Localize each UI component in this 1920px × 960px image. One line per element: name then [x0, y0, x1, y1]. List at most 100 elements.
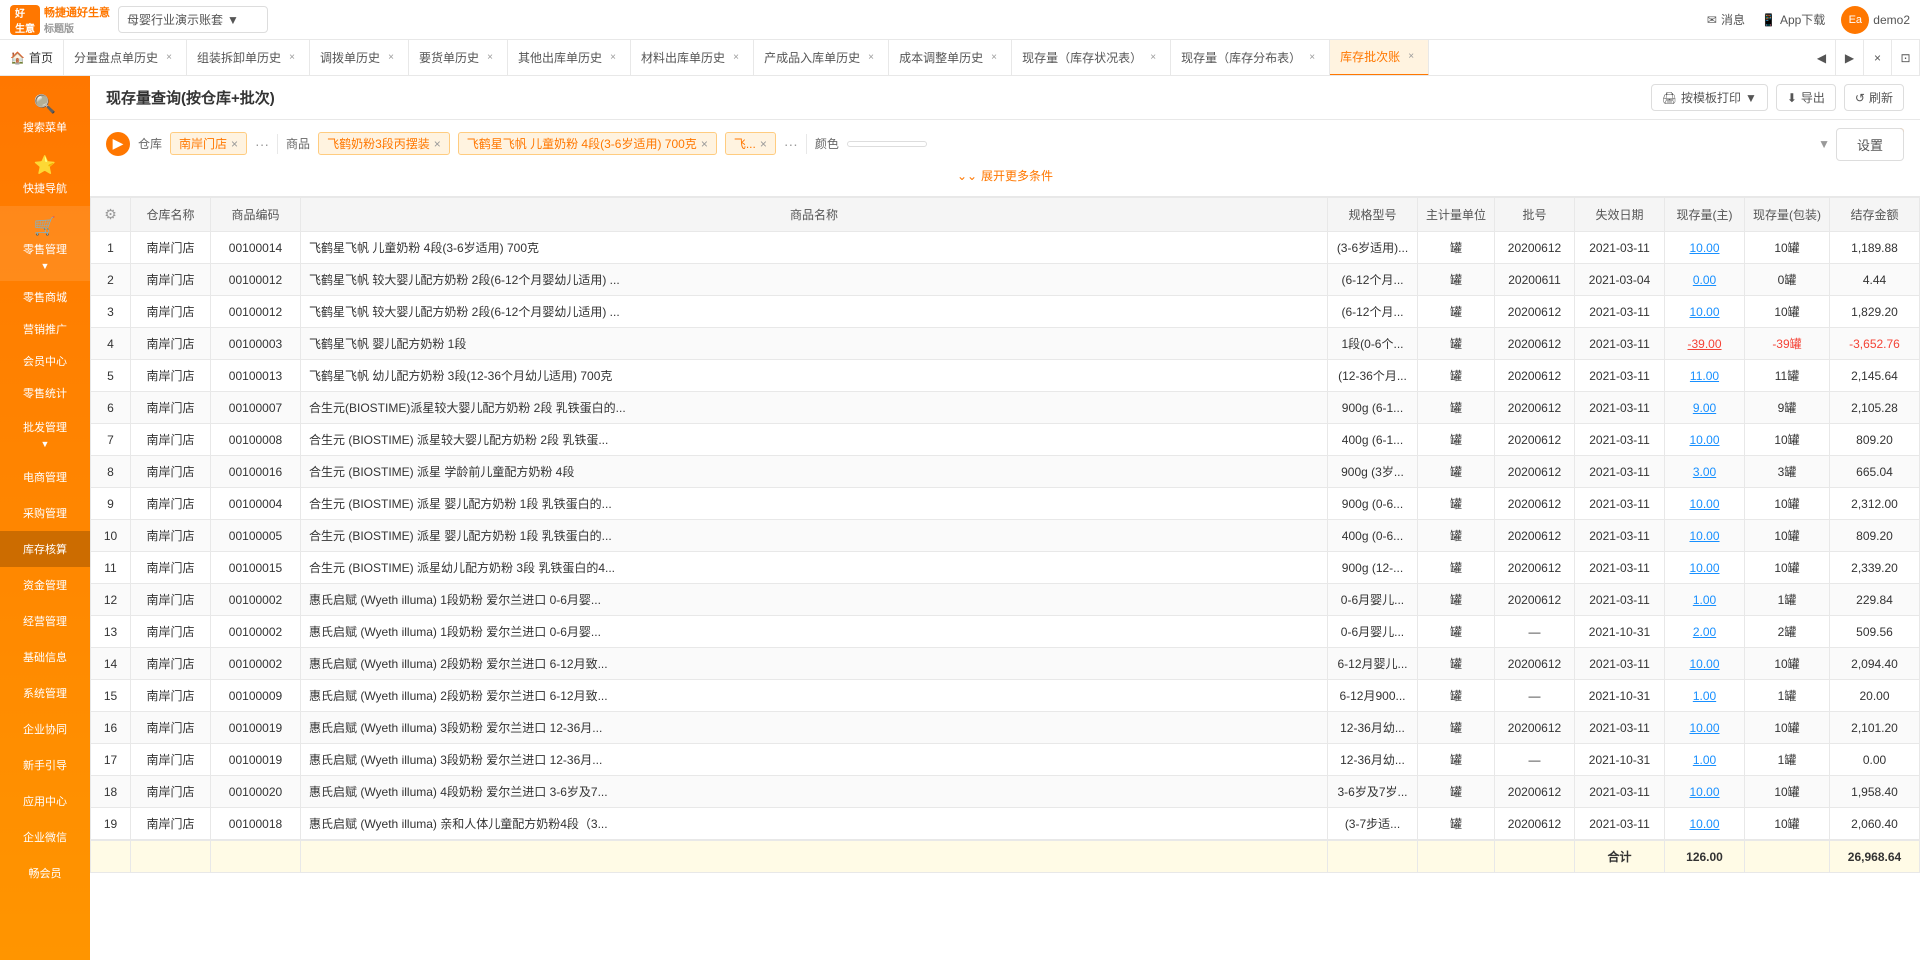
refresh-btn[interactable]: ↺ 刷新: [1844, 84, 1904, 111]
cell-stock-main[interactable]: 1.00: [1665, 680, 1745, 712]
tab-fen-pan[interactable]: 分量盘点单历史 ×: [64, 40, 187, 76]
cell-num: 5: [91, 360, 131, 392]
cell-stock-main[interactable]: -39.00: [1665, 328, 1745, 360]
tab-chan-pin-close[interactable]: ×: [864, 51, 878, 65]
cell-stock-main[interactable]: 1.00: [1665, 744, 1745, 776]
sidebar-item-basic[interactable]: 基础信息: [0, 639, 90, 675]
tab-home[interactable]: 🏠 首页: [0, 40, 64, 76]
tab-diao-bo[interactable]: 调拨单历史 ×: [310, 40, 409, 76]
tab-next-btn[interactable]: ▶: [1836, 40, 1864, 76]
cell-stock-main[interactable]: 10.00: [1665, 712, 1745, 744]
warehouse-more-btn[interactable]: ···: [255, 136, 269, 152]
cell-stock-main[interactable]: 1.00: [1665, 584, 1745, 616]
cell-stock-main[interactable]: 10.00: [1665, 520, 1745, 552]
cell-batch: 20200612: [1495, 584, 1575, 616]
cell-stock-main[interactable]: 10.00: [1665, 648, 1745, 680]
sidebar-item-member[interactable]: 会员中心: [0, 345, 90, 377]
sidebar-item-ecommerce[interactable]: 电商管理: [0, 459, 90, 495]
message-btn[interactable]: ✉ 消息: [1707, 11, 1745, 28]
sidebar-item-search[interactable]: 🔍 搜索菜单: [0, 84, 90, 145]
cell-stock-main[interactable]: 10.00: [1665, 808, 1745, 841]
tab-chan-pin[interactable]: 产成品入库单历史 ×: [754, 40, 889, 76]
cell-num: 9: [91, 488, 131, 520]
tab-cheng-ben[interactable]: 成本调整单历史 ×: [889, 40, 1012, 76]
settings-btn[interactable]: 设置: [1836, 128, 1904, 161]
sidebar-item-quick[interactable]: ⭐ 快捷导航: [0, 145, 90, 206]
cell-stock-main[interactable]: 0.00: [1665, 264, 1745, 296]
tab-ku-cun-pi-close[interactable]: ×: [1404, 50, 1418, 64]
product-more-close[interactable]: ×: [760, 137, 767, 151]
product-tag-2-close[interactable]: ×: [701, 137, 708, 151]
sidebar-item-system[interactable]: 系统管理: [0, 675, 90, 711]
warehouse-tag-close[interactable]: ×: [231, 137, 238, 151]
cell-stock-main[interactable]: 10.00: [1665, 424, 1745, 456]
cell-stock-main[interactable]: 2.00: [1665, 616, 1745, 648]
tab-more-btn[interactable]: ⊡: [1892, 40, 1920, 76]
sidebar-item-operation[interactable]: 经营管理: [0, 603, 90, 639]
sidebar-item-finance[interactable]: 资金管理: [0, 567, 90, 603]
tab-xian-cun2-close[interactable]: ×: [1305, 51, 1319, 65]
user-area[interactable]: Ea demo2: [1841, 6, 1910, 34]
sidebar-item-marketing[interactable]: 营销推广: [0, 313, 90, 345]
cell-stock-main[interactable]: 10.00: [1665, 552, 1745, 584]
tab-qi-ta-close[interactable]: ×: [606, 51, 620, 65]
tab-cheng-ben-close[interactable]: ×: [987, 51, 1001, 65]
tab-xian-cun2[interactable]: 现存量（库存分布表） ×: [1171, 40, 1330, 76]
tab-yao-huo-close[interactable]: ×: [483, 51, 497, 65]
account-dropdown[interactable]: 母婴行业演示账套 ▼: [118, 6, 268, 33]
export-btn[interactable]: ⬇ 导出: [1776, 84, 1836, 111]
tab-close-all-btn[interactable]: ×: [1864, 40, 1892, 76]
tab-prev-btn[interactable]: ◀: [1808, 40, 1836, 76]
cell-stock-main[interactable]: 10.00: [1665, 776, 1745, 808]
tab-diao-bo-close[interactable]: ×: [384, 51, 398, 65]
tab-fen-pan-close[interactable]: ×: [162, 51, 176, 65]
tab-zu-chai-close[interactable]: ×: [285, 51, 299, 65]
tab-ku-cun-pi[interactable]: 库存批次账 ×: [1330, 40, 1429, 76]
tab-qi-ta[interactable]: 其他出库单历史 ×: [508, 40, 631, 76]
cell-stock-main[interactable]: 9.00: [1665, 392, 1745, 424]
product-more-btn[interactable]: ···: [784, 136, 798, 152]
app-download-btn[interactable]: 📱 App下载: [1761, 11, 1825, 28]
cell-num: 13: [91, 616, 131, 648]
sidebar-item-inventory[interactable]: 库存核算: [0, 531, 90, 567]
cell-unit: 罐: [1417, 456, 1494, 488]
cell-batch: 20200612: [1495, 520, 1575, 552]
template-print-btn[interactable]: 🖨 按模板打印 ▼: [1651, 84, 1768, 111]
cell-spec: (12-36个月...: [1327, 360, 1417, 392]
footer-empty-2: [131, 840, 211, 873]
cell-spec: 0-6月婴儿...: [1327, 616, 1417, 648]
tab-xian-cun1-close[interactable]: ×: [1146, 51, 1160, 65]
tab-yao-huo[interactable]: 要货单历史 ×: [409, 40, 508, 76]
sidebar-item-retail-shop[interactable]: 零售商城: [0, 281, 90, 313]
sidebar-item-purchase[interactable]: 采购管理: [0, 495, 90, 531]
sidebar-item-wechat[interactable]: 企业微信: [0, 819, 90, 855]
sidebar-item-retail-stat[interactable]: 零售统计: [0, 377, 90, 409]
tab-zu-chai[interactable]: 组装拆卸单历史 ×: [187, 40, 310, 76]
cell-stock-main[interactable]: 10.00: [1665, 232, 1745, 264]
cell-stock-main[interactable]: 3.00: [1665, 456, 1745, 488]
sidebar-retail-stat-label: 零售统计: [23, 385, 67, 401]
cell-stock-main[interactable]: 10.00: [1665, 488, 1745, 520]
column-settings-icon[interactable]: ⚙: [104, 206, 117, 222]
sidebar-item-vip[interactable]: 畅会员: [0, 855, 90, 891]
tab-cai-liao[interactable]: 材料出库单历史 ×: [631, 40, 754, 76]
tab-xian-cun1[interactable]: 现存量（库存状况表） ×: [1012, 40, 1171, 76]
cell-unit: 罐: [1417, 776, 1494, 808]
cell-name: 惠氏启赋 (Wyeth illuma) 3段奶粉 爱尔兰进口 12-36月...: [301, 712, 1328, 744]
cell-batch: 20200612: [1495, 392, 1575, 424]
sidebar-item-batch[interactable]: 批发管理 ▼: [0, 409, 90, 459]
sidebar-item-retail[interactable]: 🛒 零售管理 ▼: [0, 206, 90, 281]
cell-stock-main[interactable]: 11.00: [1665, 360, 1745, 392]
sidebar-item-guide[interactable]: 新手引导: [0, 747, 90, 783]
filter-toggle-btn[interactable]: ▶: [106, 132, 130, 156]
expand-more-btn[interactable]: ⌄⌄ 展开更多条件: [941, 163, 1069, 188]
cell-unit: 罐: [1417, 360, 1494, 392]
cell-spec: (3-7步适...: [1327, 808, 1417, 841]
product-tag-1-text: 飞鹤奶粉3段丙摆装: [327, 135, 430, 152]
cell-stock-main[interactable]: 10.00: [1665, 296, 1745, 328]
color-input[interactable]: [847, 141, 927, 147]
sidebar-item-enterprise[interactable]: 企业协同: [0, 711, 90, 747]
sidebar-item-app-center[interactable]: 应用中心: [0, 783, 90, 819]
tab-cai-liao-close[interactable]: ×: [729, 51, 743, 65]
product-tag-1-close[interactable]: ×: [434, 137, 441, 151]
